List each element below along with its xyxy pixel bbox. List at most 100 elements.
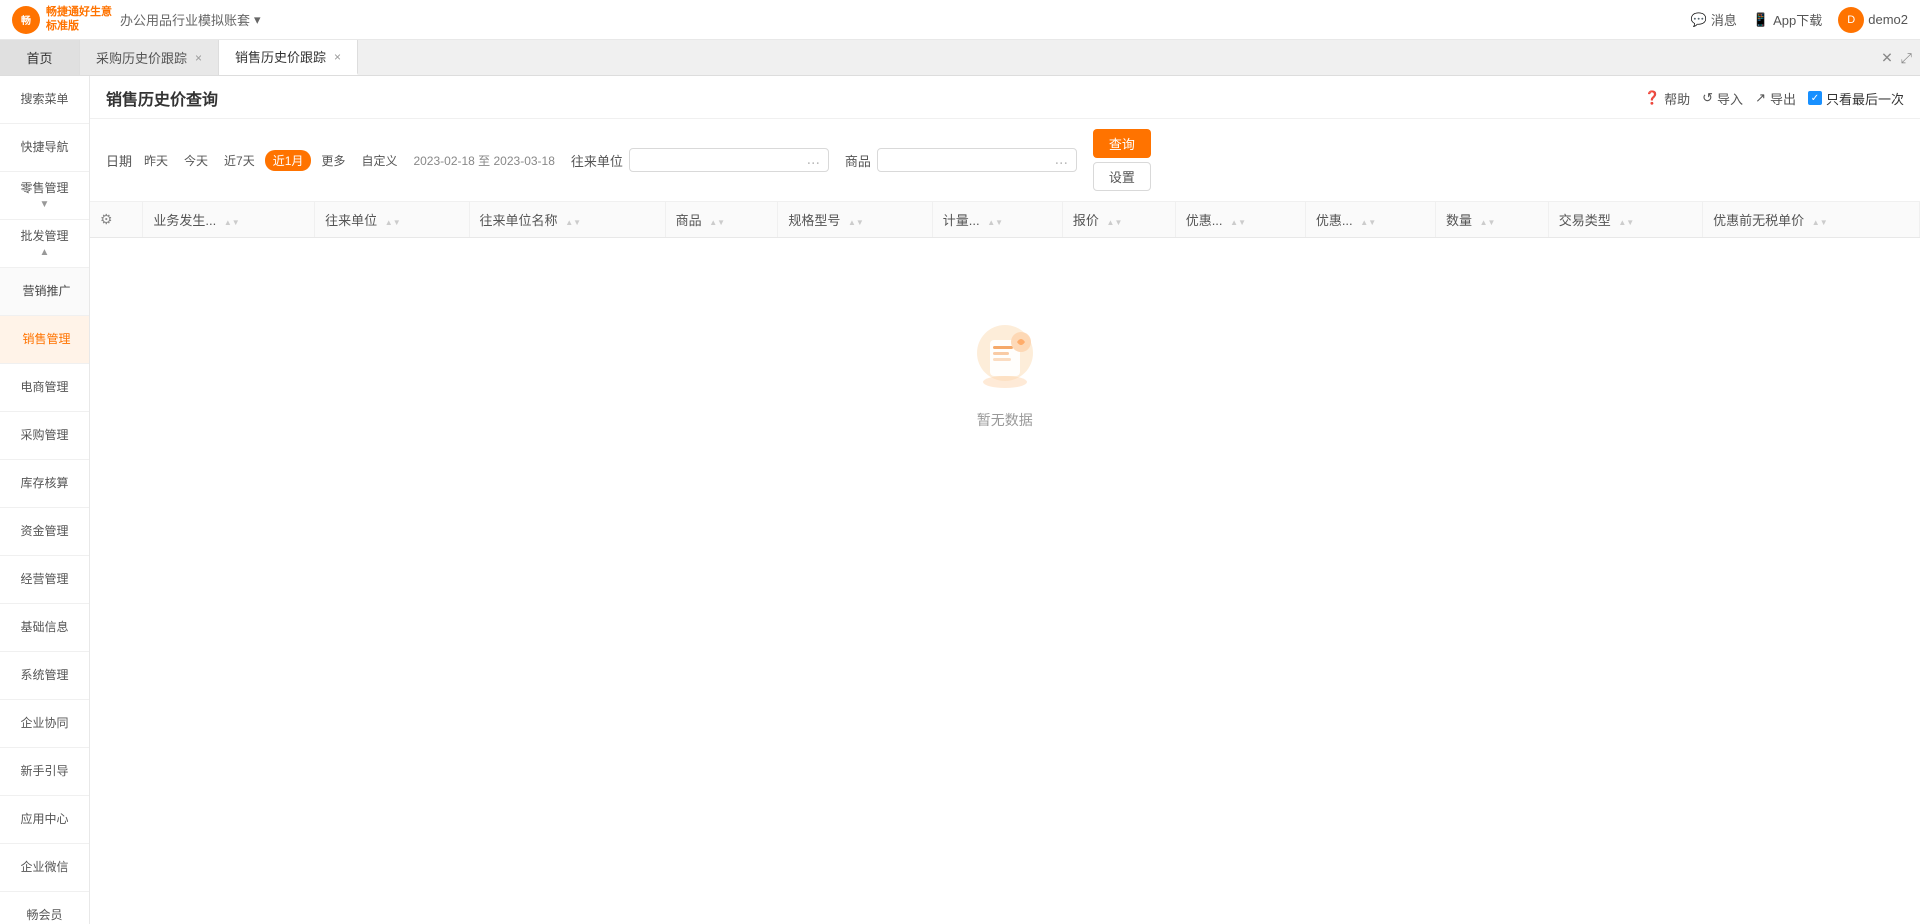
col-business-date[interactable]: 业务发生... ▲▼ [143,202,315,238]
sidebar-item-inventory[interactable]: 库存核算 [0,460,89,508]
user-action[interactable]: D demo2 [1838,7,1908,33]
svg-text:畅: 畅 [21,14,31,27]
sidebar-item-quick-nav[interactable]: 快捷导航 [0,124,89,172]
sort-icon-counterpart-name: ▲▼ [565,219,581,227]
sort-icon-quantity: ▲▼ [1480,219,1496,227]
tab-bar: 首页 采购历史价跟踪 × 销售历史价跟踪 × ✕ ⤢ [0,40,1920,76]
sidebar-app-center-label: 应用中心 [20,812,68,828]
col-quantity[interactable]: 数量 ▲▼ [1435,202,1548,238]
app-download-action[interactable]: 📱 App下载 [1753,10,1822,29]
sidebar-item-finance[interactable]: 资金管理 [0,508,89,556]
header-row: ⚙ 业务发生... ▲▼ 往来单位 ▲▼ 往来单位名称 ▲▼ [90,202,1920,238]
col-spec[interactable]: 规格型号 ▲▼ [778,202,932,238]
date-filter-group: 日期 昨天 今天 近7天 近1月 更多 自定义 2023-02-18 至 202… [106,150,555,171]
import-btn[interactable]: ↺ 导入 [1702,89,1743,108]
sidebar-item-member[interactable]: 畅会员 [0,892,89,924]
counterpart-input[interactable]: ... [629,148,829,172]
sidebar-item-app-center[interactable]: 应用中心 [0,796,89,844]
tab-home[interactable]: 首页 [0,40,80,75]
col-settings[interactable]: ⚙ [90,202,143,238]
col-quoted-price[interactable]: 报价 ▲▼ [1062,202,1175,238]
sidebar-item-marketing[interactable]: 营销推广 [0,268,89,316]
page-header: 销售历史价查询 ❓ 帮助 ↺ 导入 ↗ 导出 ✓ 只 [90,76,1920,119]
sidebar-item-system[interactable]: 系统管理 [0,652,89,700]
header-left: 畅 畅捷通好生意 标准版 办公用品行业模拟账套 ▾ [12,6,261,34]
only-last-checkbox[interactable]: ✓ [1808,91,1822,105]
sidebar-marketing-label: 营销推广 [22,284,70,300]
counterpart-filter-group: 往来单位 ... [571,148,829,172]
sidebar-wechat-label: 企业微信 [20,860,68,876]
query-button[interactable]: 查询 [1093,129,1151,158]
col-trade-type[interactable]: 交易类型 ▲▼ [1548,202,1702,238]
app-title-dropdown[interactable]: 办公用品行业模拟账套 ▾ [120,10,261,29]
sidebar-item-retail[interactable]: 零售管理 ▼ [0,172,89,220]
date-btn-1month[interactable]: 近1月 [265,150,312,171]
empty-text: 暂无数据 [977,410,1033,430]
col-discount2[interactable]: 优惠... ▲▼ [1305,202,1435,238]
sidebar-purchase-label: 采购管理 [20,428,68,444]
tab-fullscreen-icon[interactable]: ⤢ [1901,49,1912,66]
tab-purchase-history[interactable]: 采购历史价跟踪 × [80,40,219,75]
date-btn-yesterday[interactable]: 昨天 [138,150,174,171]
only-last-checkbox-label[interactable]: ✓ 只看最后一次 [1808,89,1904,108]
sidebar-item-operations[interactable]: 经营管理 [0,556,89,604]
sidebar-item-wechat[interactable]: 企业微信 [0,844,89,892]
sidebar-member-label: 畅会员 [26,908,62,924]
sidebar-search-menu-label: 搜索菜单 [20,92,68,108]
sort-icon-unit: ▲▼ [987,219,1003,227]
wholesale-submenu: 营销推广 销售管理 [0,268,89,364]
export-btn[interactable]: ↗ 导出 [1755,89,1796,108]
data-table: ⚙ 业务发生... ▲▼ 往来单位 ▲▼ 往来单位名称 ▲▼ [90,202,1920,510]
tab-sales-history[interactable]: 销售历史价跟踪 × [219,40,358,75]
page-actions: ❓ 帮助 ↺ 导入 ↗ 导出 ✓ 只看最后一次 [1644,89,1904,108]
page-title: 销售历史价查询 [106,86,218,110]
col-discount1[interactable]: 优惠... ▲▼ [1175,202,1305,238]
phone-icon: 📱 [1753,12,1769,28]
col-pre-tax-price[interactable]: 优惠前无税单价 ▲▼ [1703,202,1920,238]
help-icon: ❓ [1644,90,1660,106]
sort-icon-business-date: ▲▼ [224,219,240,227]
empty-row: 暂无数据 [90,238,1920,511]
date-btn-custom[interactable]: 自定义 [355,150,403,171]
avatar: D [1838,7,1864,33]
filter-buttons: 查询 设置 [1093,129,1151,191]
tab-sales-history-close[interactable]: × [334,50,341,64]
sidebar-item-purchase[interactable]: 采购管理 [0,412,89,460]
column-settings-icon[interactable]: ⚙ [100,211,113,227]
check-icon: ✓ [1811,93,1819,104]
table-container: ⚙ 业务发生... ▲▼ 往来单位 ▲▼ 往来单位名称 ▲▼ [90,202,1920,924]
product-label: 商品 [845,151,871,170]
sidebar-item-guide[interactable]: 新手引导 [0,748,89,796]
sidebar-sales-mgmt-label: 销售管理 [22,332,70,348]
sidebar-item-wholesale[interactable]: 批发管理 ▲ [0,220,89,268]
tab-purchase-history-close[interactable]: × [195,51,202,65]
logo[interactable]: 畅 畅捷通好生意 标准版 [12,6,112,34]
col-unit[interactable]: 计量... ▲▼ [932,202,1062,238]
sidebar-enterprise-label: 企业协同 [20,716,68,732]
dropdown-icon: ▾ [254,12,261,28]
sidebar-item-search-menu[interactable]: 搜索菜单 [0,76,89,124]
sort-icon-discount1: ▲▼ [1230,219,1246,227]
sidebar-finance-label: 资金管理 [20,524,68,540]
col-counterpart-name[interactable]: 往来单位名称 ▲▼ [469,202,665,238]
col-counterpart-code[interactable]: 往来单位 ▲▼ [315,202,469,238]
date-btn-more[interactable]: 更多 [315,150,351,171]
sidebar-item-ecommerce[interactable]: 电商管理 [0,364,89,412]
tab-close-all-icon[interactable]: ✕ [1881,49,1893,66]
date-btn-today[interactable]: 今天 [178,150,214,171]
col-product[interactable]: 商品 ▲▼ [665,202,778,238]
product-input[interactable]: ... [877,148,1077,172]
wholesale-arrow-icon: ▲ [40,247,50,258]
empty-state: 暂无数据 [90,238,1920,510]
header-right: 💬 消息 📱 App下载 D demo2 [1691,7,1908,33]
counterpart-label: 往来单位 [571,151,623,170]
setting-button[interactable]: 设置 [1093,162,1151,191]
help-btn[interactable]: ❓ 帮助 [1644,89,1690,108]
date-btn-7days[interactable]: 近7天 [218,150,261,171]
message-action[interactable]: 💬 消息 [1691,10,1737,29]
sidebar-item-enterprise[interactable]: 企业协同 [0,700,89,748]
sort-icon-product: ▲▼ [709,219,725,227]
sidebar-item-sales-mgmt[interactable]: 销售管理 [0,316,89,364]
logo-icon: 畅 [12,6,40,34]
sidebar-item-basic-info[interactable]: 基础信息 [0,604,89,652]
